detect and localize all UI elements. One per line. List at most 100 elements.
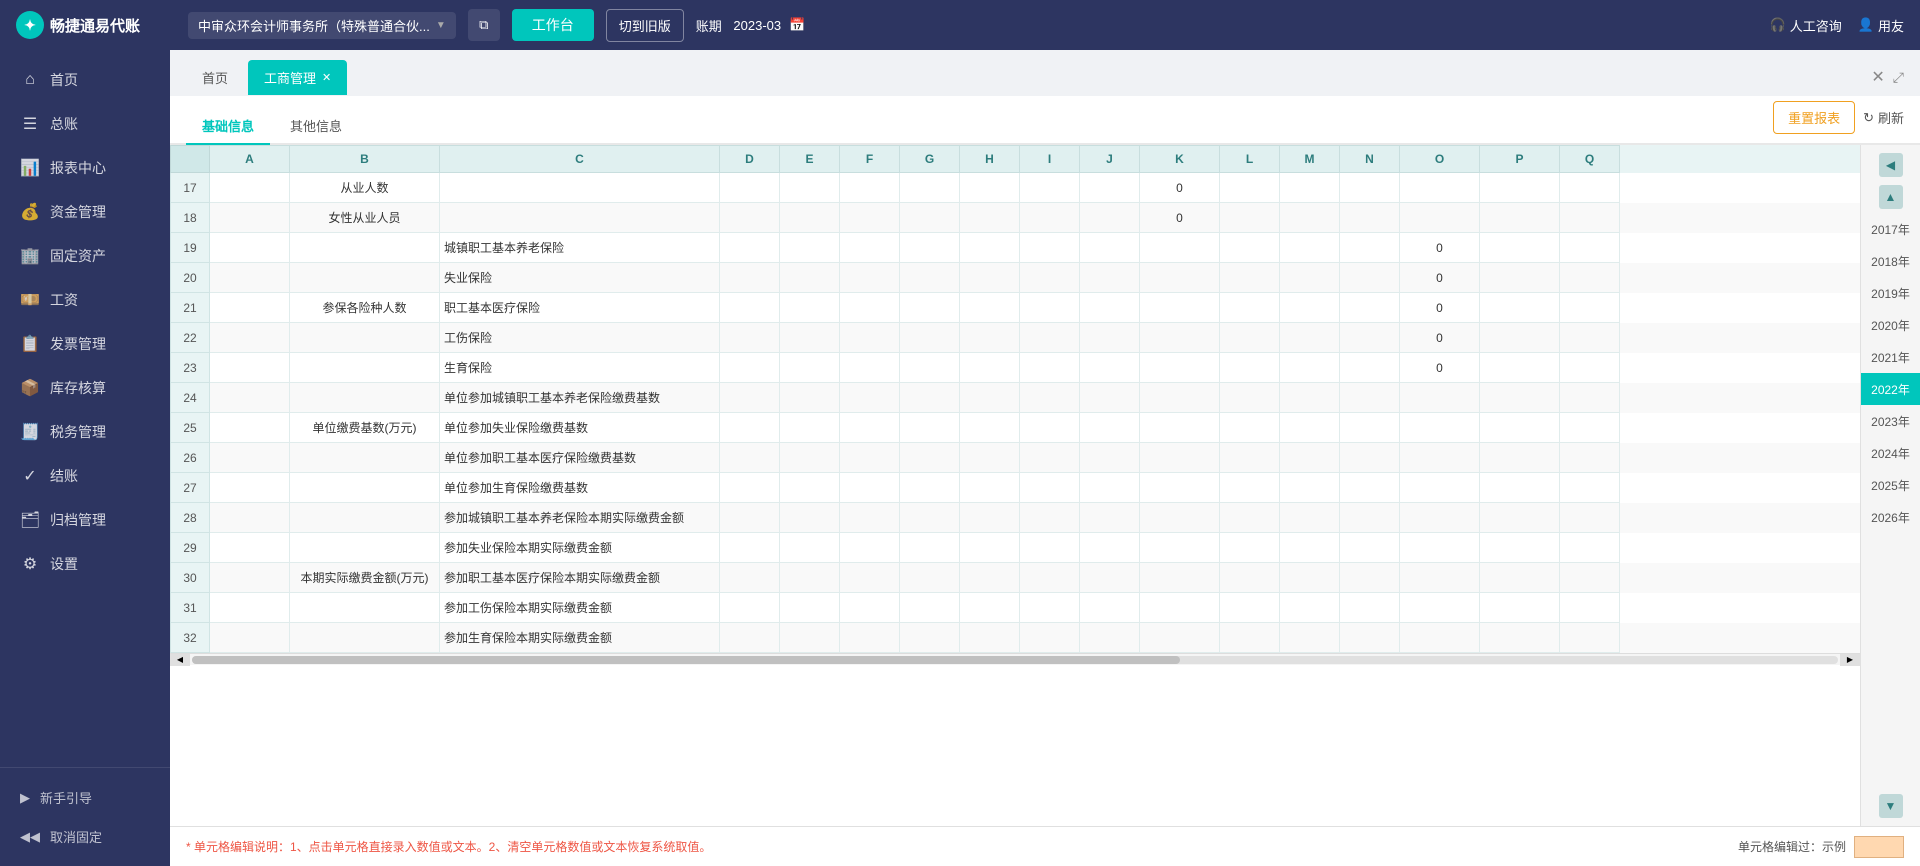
cell-19-e[interactable] (780, 233, 840, 263)
cell-32-f[interactable] (840, 623, 900, 653)
cell-18-l[interactable] (1220, 203, 1280, 233)
cell-25-n[interactable] (1340, 413, 1400, 443)
cell-22-l[interactable] (1220, 323, 1280, 353)
cell-25-o[interactable] (1400, 413, 1480, 443)
old-version-button[interactable]: 切到旧版 (606, 9, 684, 42)
cell-18-p[interactable] (1480, 203, 1560, 233)
cell-17-p[interactable] (1480, 173, 1560, 203)
cell-20-e[interactable] (780, 263, 840, 293)
cell-24-g[interactable] (900, 383, 960, 413)
cell-30-o[interactable] (1400, 563, 1480, 593)
sidebar-item-archive[interactable]: 🗂 归档管理 (0, 498, 170, 542)
year-item-2021[interactable]: 2021年 (1861, 341, 1920, 373)
cell-31-m[interactable] (1280, 593, 1340, 623)
cell-25-j[interactable] (1080, 413, 1140, 443)
cell-30-d[interactable] (720, 563, 780, 593)
year-item-2024[interactable]: 2024年 (1861, 437, 1920, 469)
cell-22-b[interactable] (290, 323, 440, 353)
tab-close-icon[interactable]: ✕ (322, 71, 331, 84)
cell-21-m[interactable] (1280, 293, 1340, 323)
cell-27-c[interactable]: 单位参加生育保险缴费基数 (440, 473, 720, 503)
cell-32-d[interactable] (720, 623, 780, 653)
cell-19-c[interactable]: 城镇职工基本养老保险 (440, 233, 720, 263)
cell-27-g[interactable] (900, 473, 960, 503)
cell-25-p[interactable] (1480, 413, 1560, 443)
cell-31-l[interactable] (1220, 593, 1280, 623)
cell-19-f[interactable] (840, 233, 900, 263)
cell-24-c[interactable]: 单位参加城镇职工基本养老保险缴费基数 (440, 383, 720, 413)
cell-32-p[interactable] (1480, 623, 1560, 653)
cell-19-h[interactable] (960, 233, 1020, 263)
cell-20-q[interactable] (1560, 263, 1620, 293)
cell-28-c[interactable]: 参加城镇职工基本养老保险本期实际缴费金额 (440, 503, 720, 533)
cell-24-a[interactable] (210, 383, 290, 413)
cell-20-d[interactable] (720, 263, 780, 293)
cell-28-k[interactable] (1140, 503, 1220, 533)
cell-29-p[interactable] (1480, 533, 1560, 563)
cell-21-o[interactable]: 0 (1400, 293, 1480, 323)
cell-24-n[interactable] (1340, 383, 1400, 413)
cell-26-k[interactable] (1140, 443, 1220, 473)
cell-26-i[interactable] (1020, 443, 1080, 473)
cell-32-n[interactable] (1340, 623, 1400, 653)
cell-17-k[interactable]: 0 (1140, 173, 1220, 203)
cell-23-q[interactable] (1560, 353, 1620, 383)
cell-24-e[interactable] (780, 383, 840, 413)
cell-21-e[interactable] (780, 293, 840, 323)
cell-28-h[interactable] (960, 503, 1020, 533)
cell-25-i[interactable] (1020, 413, 1080, 443)
cell-27-l[interactable] (1220, 473, 1280, 503)
cell-29-d[interactable] (720, 533, 780, 563)
cell-26-m[interactable] (1280, 443, 1340, 473)
cell-29-q[interactable] (1560, 533, 1620, 563)
cell-21-p[interactable] (1480, 293, 1560, 323)
cell-19-b[interactable] (290, 233, 440, 263)
cell-32-q[interactable] (1560, 623, 1620, 653)
cell-17-d[interactable] (720, 173, 780, 203)
window-close-icon[interactable]: ✕ (1871, 67, 1884, 87)
reset-button[interactable]: 重置报表 (1773, 101, 1855, 134)
cell-32-g[interactable] (900, 623, 960, 653)
cell-32-o[interactable] (1400, 623, 1480, 653)
cell-23-m[interactable] (1280, 353, 1340, 383)
sidebar-item-assets[interactable]: 🏢 固定资产 (0, 234, 170, 278)
cell-22-e[interactable] (780, 323, 840, 353)
cell-28-i[interactable] (1020, 503, 1080, 533)
cell-21-l[interactable] (1220, 293, 1280, 323)
copy-icon[interactable]: ⧉ (468, 9, 500, 41)
cell-22-j[interactable] (1080, 323, 1140, 353)
cell-30-b[interactable]: 本期实际缴费金额(万元) (290, 563, 440, 593)
cell-31-b[interactable] (290, 593, 440, 623)
cell-18-b[interactable]: 女性从业人员 (290, 203, 440, 233)
cell-20-n[interactable] (1340, 263, 1400, 293)
cell-24-h[interactable] (960, 383, 1020, 413)
cell-24-d[interactable] (720, 383, 780, 413)
cell-22-o[interactable]: 0 (1400, 323, 1480, 353)
cell-30-h[interactable] (960, 563, 1020, 593)
cell-31-d[interactable] (720, 593, 780, 623)
cell-32-b[interactable] (290, 623, 440, 653)
cell-31-j[interactable] (1080, 593, 1140, 623)
cell-32-j[interactable] (1080, 623, 1140, 653)
cell-23-k[interactable] (1140, 353, 1220, 383)
cell-24-k[interactable] (1140, 383, 1220, 413)
cell-30-q[interactable] (1560, 563, 1620, 593)
cell-31-a[interactable] (210, 593, 290, 623)
cell-22-p[interactable] (1480, 323, 1560, 353)
cell-29-h[interactable] (960, 533, 1020, 563)
cell-25-k[interactable] (1140, 413, 1220, 443)
cell-30-c[interactable]: 参加职工基本医疗保险本期实际缴费金额 (440, 563, 720, 593)
scroll-right-arrow[interactable]: ▶ (1840, 654, 1860, 666)
workbench-button[interactable]: 工作台 (512, 9, 594, 41)
sidebar-item-home[interactable]: ⌂ 首页 (0, 58, 170, 102)
cell-21-i[interactable] (1020, 293, 1080, 323)
cell-18-g[interactable] (900, 203, 960, 233)
cell-21-q[interactable] (1560, 293, 1620, 323)
cell-23-i[interactable] (1020, 353, 1080, 383)
cell-30-p[interactable] (1480, 563, 1560, 593)
cell-22-q[interactable] (1560, 323, 1620, 353)
cell-29-f[interactable] (840, 533, 900, 563)
cell-25-f[interactable] (840, 413, 900, 443)
cell-18-f[interactable] (840, 203, 900, 233)
window-expand-icon[interactable]: ⤢ (1893, 69, 1904, 86)
